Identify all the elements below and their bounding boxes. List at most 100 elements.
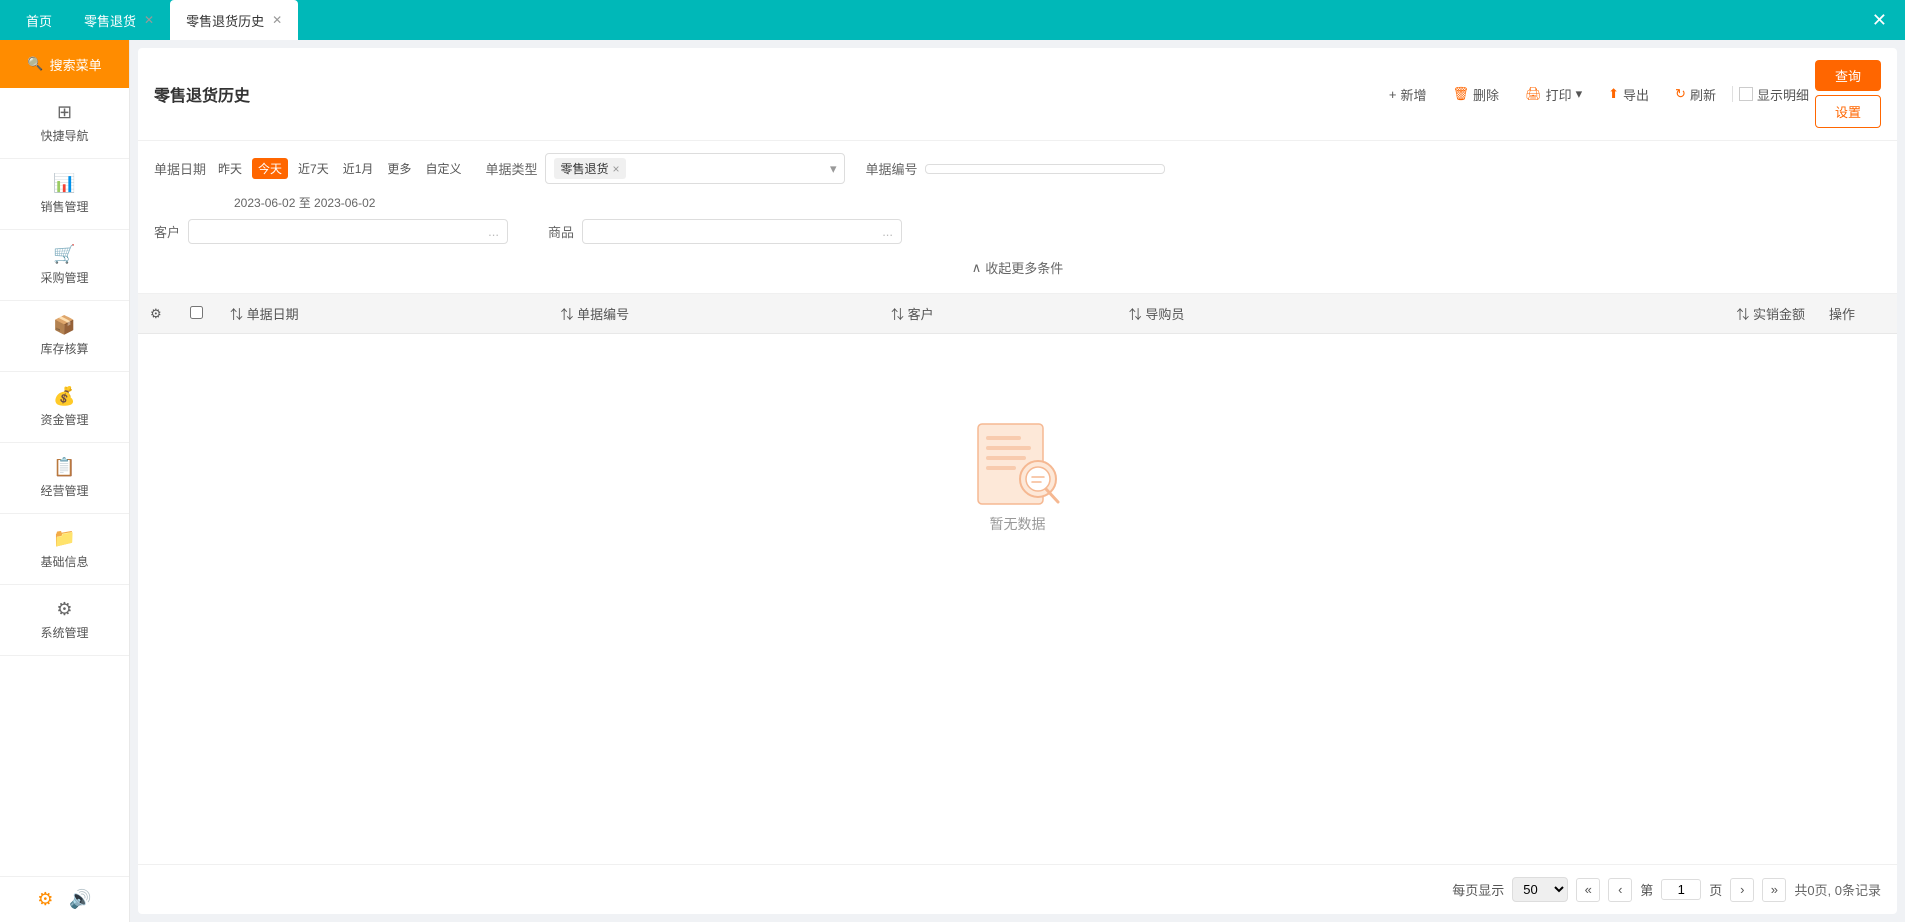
purchase-icon: 🛒 — [53, 244, 75, 265]
tab-retail-return[interactable]: 零售退货 ✕ — [68, 0, 170, 40]
date-options: 昨天 今天 近7天 近1月 更多 自定义 — [214, 158, 465, 179]
th-customer[interactable]: ⇅ 客户 — [879, 294, 1117, 334]
close-tab-retail-return-history[interactable]: ✕ — [272, 13, 282, 27]
sidebar-item-quick-nav[interactable]: ⊞ 快捷导航 — [0, 88, 129, 159]
display-detail-label: 显示明细 — [1757, 85, 1809, 104]
total-info: 共0页, 0条记录 — [1794, 880, 1881, 899]
filter-area: 单据日期 昨天 今天 近7天 近1月 更多 自定义 单据类型 — [138, 141, 1897, 294]
date-opt-yesterday[interactable]: 昨天 — [214, 158, 246, 179]
print-dropdown-icon: ▾ — [1576, 86, 1583, 102]
main-layout: 🔍 搜索菜单 ⊞ 快捷导航 📊 销售管理 🛒 采购管理 📦 库存核算 💰 资金管… — [0, 40, 1905, 922]
goods-input[interactable]: ... — [582, 219, 902, 244]
page-title: 零售退货历史 — [154, 82, 250, 106]
data-table: ⚙ ⇅ 单据日期 ⇅ 单据编号 — [138, 294, 1897, 334]
th-checkbox[interactable] — [178, 294, 218, 334]
print-button[interactable]: 🖨 打印 ▾ — [1515, 80, 1592, 109]
goods-placeholder: ... — [882, 224, 893, 239]
window-close-button[interactable]: ✕ — [1864, 10, 1895, 31]
number-input[interactable] — [925, 164, 1165, 174]
collapse-button[interactable]: ∧ 收起更多条件 — [972, 258, 1064, 277]
type-filter: 单据类型 零售退货 × ▾ — [485, 153, 845, 184]
display-detail-checkbox[interactable] — [1739, 87, 1753, 101]
customer-filter: 客户 ... — [154, 219, 508, 244]
refresh-icon: ↻ — [1675, 86, 1686, 102]
prev-page-button[interactable]: ‹ — [1608, 878, 1632, 902]
per-page-label: 每页显示 — [1452, 880, 1504, 899]
sidebar: 🔍 搜索菜单 ⊞ 快捷导航 📊 销售管理 🛒 采购管理 📦 库存核算 💰 资金管… — [0, 40, 130, 922]
sidebar-item-sales-mgmt[interactable]: 📊 销售管理 — [0, 159, 129, 230]
quick-nav-icon: ⊞ — [57, 102, 72, 123]
th-number[interactable]: ⇅ 单据编号 — [549, 294, 880, 334]
date-opt-7days[interactable]: 近7天 — [294, 158, 333, 179]
sidebar-item-basic-info[interactable]: 📁 基础信息 — [0, 514, 129, 585]
date-opt-today[interactable]: 今天 — [252, 158, 288, 179]
type-tag: 零售退货 × — [554, 158, 625, 179]
page-unit: 页 — [1709, 880, 1722, 899]
sidebar-bottom: ⚙ 🔊 — [0, 876, 129, 922]
tab-retail-return-history[interactable]: 零售退货历史 ✕ — [170, 0, 298, 40]
sidebar-item-system-mgmt[interactable]: ⚙ 系统管理 — [0, 585, 129, 656]
export-icon: ⬆ — [1608, 86, 1619, 102]
customer-input[interactable]: ... — [188, 219, 508, 244]
th-spacer — [1401, 294, 1487, 334]
th-date[interactable]: ⇅ 单据日期 — [218, 294, 549, 334]
type-select[interactable]: 零售退货 × ▾ — [545, 153, 845, 184]
page-number-input[interactable] — [1661, 879, 1701, 900]
empty-text: 暂无数据 — [990, 514, 1046, 534]
date-opt-custom[interactable]: 自定义 — [421, 158, 465, 179]
basic-info-icon: 📁 — [53, 528, 75, 549]
finance-icon: 💰 — [53, 386, 75, 407]
system-icon: ⚙ — [56, 599, 72, 620]
type-label: 单据类型 — [485, 159, 537, 178]
th-amount[interactable]: ⇅ 实销金额 — [1486, 294, 1817, 334]
type-select-dropdown: ▾ — [830, 161, 837, 177]
customer-placeholder: ... — [488, 224, 499, 239]
number-filter: 单据编号 — [865, 159, 1165, 178]
settings-bottom-icon[interactable]: ⚙ — [37, 889, 53, 910]
close-tab-retail-return[interactable]: ✕ — [144, 13, 154, 27]
select-all-checkbox[interactable] — [190, 306, 203, 319]
page-label: 第 — [1640, 880, 1653, 899]
delete-button[interactable]: 🗑 删除 — [1443, 80, 1510, 109]
sidebar-item-finance-mgmt[interactable]: 💰 资金管理 — [0, 372, 129, 443]
date-label: 单据日期 — [154, 159, 206, 178]
type-tag-close[interactable]: × — [612, 162, 619, 176]
query-button[interactable]: 查询 — [1815, 60, 1881, 91]
export-button[interactable]: ⬆ 导出 — [1598, 80, 1659, 109]
print-icon: 🖨 — [1525, 86, 1542, 102]
refresh-button[interactable]: ↻ 刷新 — [1665, 80, 1726, 109]
set-button[interactable]: 设置 — [1815, 95, 1881, 128]
empty-illustration — [958, 414, 1078, 514]
date-filter: 单据日期 昨天 今天 近7天 近1月 更多 自定义 — [154, 158, 465, 179]
add-button[interactable]: + 新增 — [1379, 80, 1437, 109]
search-menu[interactable]: 🔍 搜索菜单 — [0, 40, 129, 88]
tab-home[interactable]: 首页 — [10, 0, 68, 40]
content-area: 零售退货历史 + 新增 🗑 删除 🖨 打印 ▾ — [130, 40, 1905, 922]
audio-icon[interactable]: 🔊 — [69, 889, 91, 910]
last-page-button[interactable]: » — [1762, 878, 1786, 902]
search-icon: 🔍 — [27, 56, 43, 72]
date-opt-more[interactable]: 更多 — [383, 158, 415, 179]
date-opt-1month[interactable]: 近1月 — [339, 158, 378, 179]
th-settings[interactable]: ⚙ — [138, 294, 178, 334]
next-page-button[interactable]: › — [1730, 878, 1754, 902]
number-label: 单据编号 — [865, 159, 917, 178]
sidebar-item-inventory[interactable]: 📦 库存核算 — [0, 301, 129, 372]
customer-label: 客户 — [154, 222, 180, 241]
table-header: ⚙ ⇅ 单据日期 ⇅ 单据编号 — [138, 294, 1897, 334]
inventory-icon: 📦 — [53, 315, 75, 336]
per-page-select[interactable]: 50 10 20 100 — [1512, 877, 1568, 902]
page-container: 零售退货历史 + 新增 🗑 删除 🖨 打印 ▾ — [138, 48, 1897, 914]
table-area: ⚙ ⇅ 单据日期 ⇅ 单据编号 — [138, 294, 1897, 864]
sidebar-item-operations-mgmt[interactable]: 📋 经营管理 — [0, 443, 129, 514]
query-buttons: 查询 设置 — [1815, 60, 1881, 128]
delete-icon: 🗑 — [1453, 86, 1470, 102]
th-operation: 操作 — [1817, 294, 1897, 334]
collapse-icon: ∧ — [972, 260, 982, 276]
first-page-button[interactable]: « — [1576, 878, 1600, 902]
sidebar-item-purchase-mgmt[interactable]: 🛒 采购管理 — [0, 230, 129, 301]
top-bar: 首页 零售退货 ✕ 零售退货历史 ✕ ✕ — [0, 0, 1905, 40]
th-guide[interactable]: ⇅ 导购员 — [1117, 294, 1401, 334]
date-range-display: 2023-06-02 至 2023-06-02 — [234, 194, 1881, 211]
display-detail-option[interactable]: 显示明细 — [1739, 85, 1809, 104]
